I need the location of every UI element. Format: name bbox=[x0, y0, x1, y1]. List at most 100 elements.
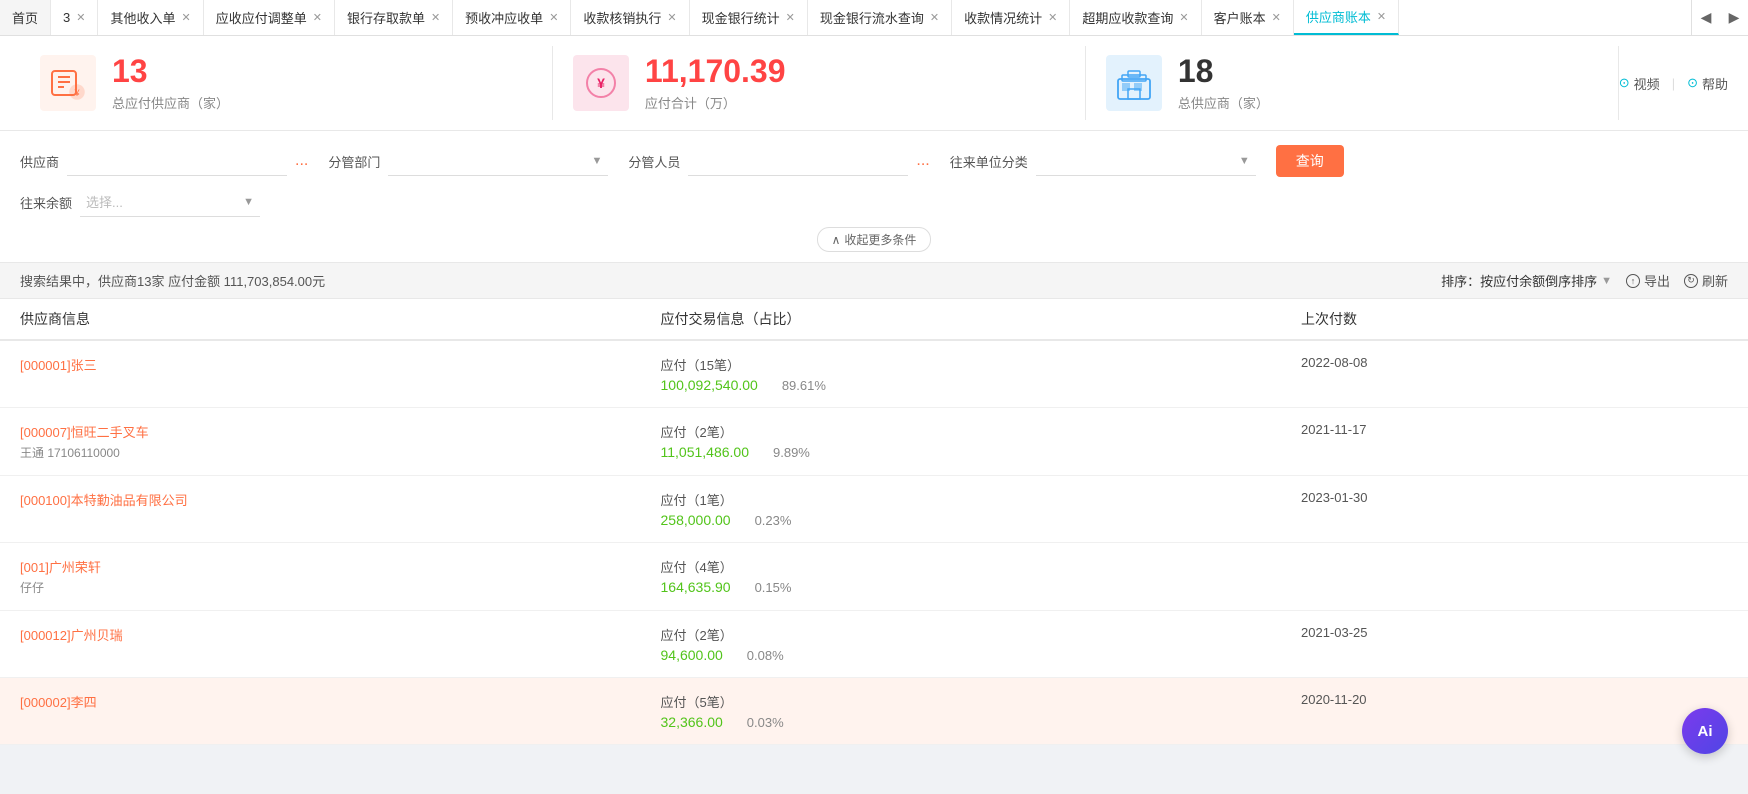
close-icon[interactable]: ✕ bbox=[1377, 10, 1386, 23]
close-icon[interactable]: ✕ bbox=[930, 11, 939, 24]
collapse-bar: ∧ 收起更多条件 bbox=[20, 227, 1728, 252]
nav-tab-overdue-ar[interactable]: 超期应收款查询 ✕ bbox=[1070, 0, 1201, 35]
close-icon[interactable]: ✕ bbox=[667, 11, 676, 24]
chevron-down-icon: ▼ bbox=[1239, 155, 1250, 167]
help-area: ⊙ 视频 | ⊙ 帮助 bbox=[1619, 74, 1728, 93]
dept-select[interactable]: ▼ bbox=[388, 146, 608, 176]
supplier-link[interactable]: [001]广州荣轩 bbox=[20, 560, 101, 575]
trade-pct: 0.23% bbox=[755, 513, 792, 528]
last-pay-date: 2020-11-20 bbox=[1301, 692, 1367, 707]
trade-row: 11,051,486.00 9.89% bbox=[661, 444, 1302, 460]
last-pay-date: 2022-08-08 bbox=[1301, 355, 1368, 370]
trade-amount-link[interactable]: 164,635.90 bbox=[661, 579, 731, 595]
nav-tab-collection-stats[interactable]: 收款情况统计 ✕ bbox=[952, 0, 1070, 35]
supplier-cell: [000012]广州贝瑞 bbox=[20, 625, 661, 644]
nav-tab-cash-bank-stats-label: 现金银行统计 bbox=[702, 8, 780, 27]
stat-card-total-suppliers: 18 总供应商（家） bbox=[1086, 46, 1619, 120]
svg-text:¥: ¥ bbox=[597, 75, 605, 91]
collapse-label: 收起更多条件 bbox=[844, 231, 916, 248]
nav-tab-bank-deposit[interactable]: 银行存取款单 ✕ bbox=[335, 0, 453, 35]
nav-tab-cash-bank-flow[interactable]: 现金银行流水查询 ✕ bbox=[808, 0, 952, 35]
stat-total-suppliers-value: 18 bbox=[1178, 54, 1269, 89]
trade-info-cell: 应付（1笔） 258,000.00 0.23% bbox=[661, 490, 1302, 528]
nav-tab-prepay-offset[interactable]: 预收冲应收单 ✕ bbox=[453, 0, 571, 35]
stat-card-payable-suppliers: ¥ 13 总应付供应商（家） bbox=[20, 46, 553, 120]
person-dots-button[interactable]: ... bbox=[916, 152, 929, 170]
nav-tab-bank-deposit-label: 银行存取款单 bbox=[347, 8, 425, 27]
nav-prev-button[interactable]: ◀ bbox=[1692, 0, 1720, 36]
stat-payable-suppliers-info: 13 总应付供应商（家） bbox=[112, 54, 229, 112]
supplier-link[interactable]: [000007]恒旺二手叉车 bbox=[20, 425, 149, 440]
video-link[interactable]: ⊙ 视频 bbox=[1619, 74, 1660, 93]
nav-tab-cash-bank-stats[interactable]: 现金银行统计 ✕ bbox=[690, 0, 808, 35]
nav-tab-home[interactable]: 首页 bbox=[0, 0, 51, 35]
table-row: [000012]广州贝瑞 应付（2笔） 94,600.00 0.08% 2021… bbox=[0, 611, 1748, 678]
trade-row: 94,600.00 0.08% bbox=[661, 647, 1302, 663]
stat-payable-total-value: 11,170.39 bbox=[645, 54, 786, 89]
nav-tab-other-income-label: 其他收入单 bbox=[110, 8, 175, 27]
trade-amount-link[interactable]: 258,000.00 bbox=[661, 512, 731, 528]
col-last-pay: 上次付数 bbox=[1301, 309, 1728, 329]
trade-label: 应付（5笔） bbox=[661, 692, 1302, 711]
trade-row: 100,092,540.00 89.61% bbox=[661, 377, 1302, 393]
export-button[interactable]: ↑ 导出 bbox=[1626, 271, 1670, 290]
close-icon[interactable]: ✕ bbox=[431, 11, 440, 24]
supplier-cell: [000007]恒旺二手叉车 王通 17106110000 bbox=[20, 422, 661, 461]
query-button[interactable]: 查询 bbox=[1276, 145, 1344, 177]
close-icon[interactable]: ✕ bbox=[313, 11, 322, 24]
sort-selector[interactable]: 排序：按应付余额倒序排序 ▼ bbox=[1441, 271, 1612, 290]
close-icon[interactable]: ✕ bbox=[76, 11, 85, 24]
nav-tab-collection-verify[interactable]: 收款核销执行 ✕ bbox=[571, 0, 689, 35]
refresh-button[interactable]: ↻ 刷新 bbox=[1684, 271, 1728, 290]
supplier-dots-button[interactable]: ... bbox=[295, 152, 308, 170]
trade-amount-link[interactable]: 100,092,540.00 bbox=[661, 377, 758, 393]
nav-tab-cash-bank-flow-label: 现金银行流水查询 bbox=[820, 8, 924, 27]
last-pay-cell: 2021-11-17 bbox=[1301, 422, 1728, 437]
payable-total-icon: ¥ bbox=[573, 55, 629, 111]
last-pay-cell: 2021-03-25 bbox=[1301, 625, 1728, 640]
sort-label-text: 排序：按应付余额倒序排序 bbox=[1441, 271, 1597, 290]
export-icon: ↑ bbox=[1626, 274, 1640, 288]
video-icon: ⊙ bbox=[1619, 75, 1630, 91]
collapse-button[interactable]: ∧ 收起更多条件 bbox=[817, 227, 932, 252]
nav-tab-customer-ledger-label: 客户账本 bbox=[1214, 8, 1266, 27]
last-pay-date: 2023-01-30 bbox=[1301, 490, 1368, 505]
supplier-link[interactable]: [000100]本特勤油品有限公司 bbox=[20, 493, 188, 508]
ai-assistant-button[interactable]: Ai bbox=[1682, 708, 1728, 745]
balance-filter: 往来余额 选择... ▼ bbox=[20, 187, 260, 217]
supplier-sub: 王通 17106110000 bbox=[20, 444, 661, 461]
table-row: [000100]本特勤油品有限公司 应付（1笔） 258,000.00 0.23… bbox=[0, 476, 1748, 543]
close-icon[interactable]: ✕ bbox=[1272, 11, 1281, 24]
trade-amount-link[interactable]: 11,051,486.00 bbox=[661, 444, 750, 460]
nav-tab-ar-ap-adjust[interactable]: 应收应付调整单 ✕ bbox=[204, 0, 335, 35]
collapse-icon: ∧ bbox=[832, 233, 841, 247]
supplier-input[interactable] bbox=[67, 146, 287, 176]
supplier-filter: 供应商 ... bbox=[20, 146, 308, 176]
nav-tab-3[interactable]: 3 ✕ bbox=[51, 0, 98, 35]
nav-next-button[interactable]: ▶ bbox=[1720, 0, 1748, 36]
supplier-link[interactable]: [000012]广州贝瑞 bbox=[20, 628, 123, 643]
result-bar: 搜索结果中，供应商13家 应付金额 111,703,854.00元 排序：按应付… bbox=[0, 263, 1748, 299]
stat-payable-total-label: 应付合计（万） bbox=[645, 93, 786, 112]
nav-tab-other-income[interactable]: 其他收入单 ✕ bbox=[98, 0, 203, 35]
close-icon[interactable]: ✕ bbox=[786, 11, 795, 24]
trade-pct: 0.15% bbox=[755, 580, 792, 595]
category-filter-label: 往来单位分类 bbox=[950, 152, 1028, 171]
balance-select[interactable]: 选择... ▼ bbox=[80, 187, 260, 217]
nav-tab-3-label: 3 bbox=[63, 10, 70, 25]
close-icon[interactable]: ✕ bbox=[1179, 11, 1188, 24]
trade-amount-link[interactable]: 32,366.00 bbox=[661, 714, 723, 730]
close-icon[interactable]: ✕ bbox=[181, 11, 190, 24]
supplier-link[interactable]: [000002]李四 bbox=[20, 695, 97, 710]
trade-amount-link[interactable]: 94,600.00 bbox=[661, 647, 723, 663]
close-icon[interactable]: ✕ bbox=[549, 11, 558, 24]
nav-tab-supplier-ledger[interactable]: 供应商账本 ✕ bbox=[1294, 0, 1399, 35]
person-input[interactable] bbox=[688, 146, 908, 176]
supplier-link[interactable]: [000001]张三 bbox=[20, 358, 97, 373]
category-select[interactable]: ▼ bbox=[1036, 146, 1256, 176]
close-icon[interactable]: ✕ bbox=[1048, 11, 1057, 24]
trade-label: 应付（1笔） bbox=[661, 490, 1302, 509]
nav-tab-customer-ledger[interactable]: 客户账本 ✕ bbox=[1202, 0, 1294, 35]
help-link[interactable]: ⊙ 帮助 bbox=[1687, 74, 1728, 93]
export-label: 导出 bbox=[1644, 271, 1670, 290]
